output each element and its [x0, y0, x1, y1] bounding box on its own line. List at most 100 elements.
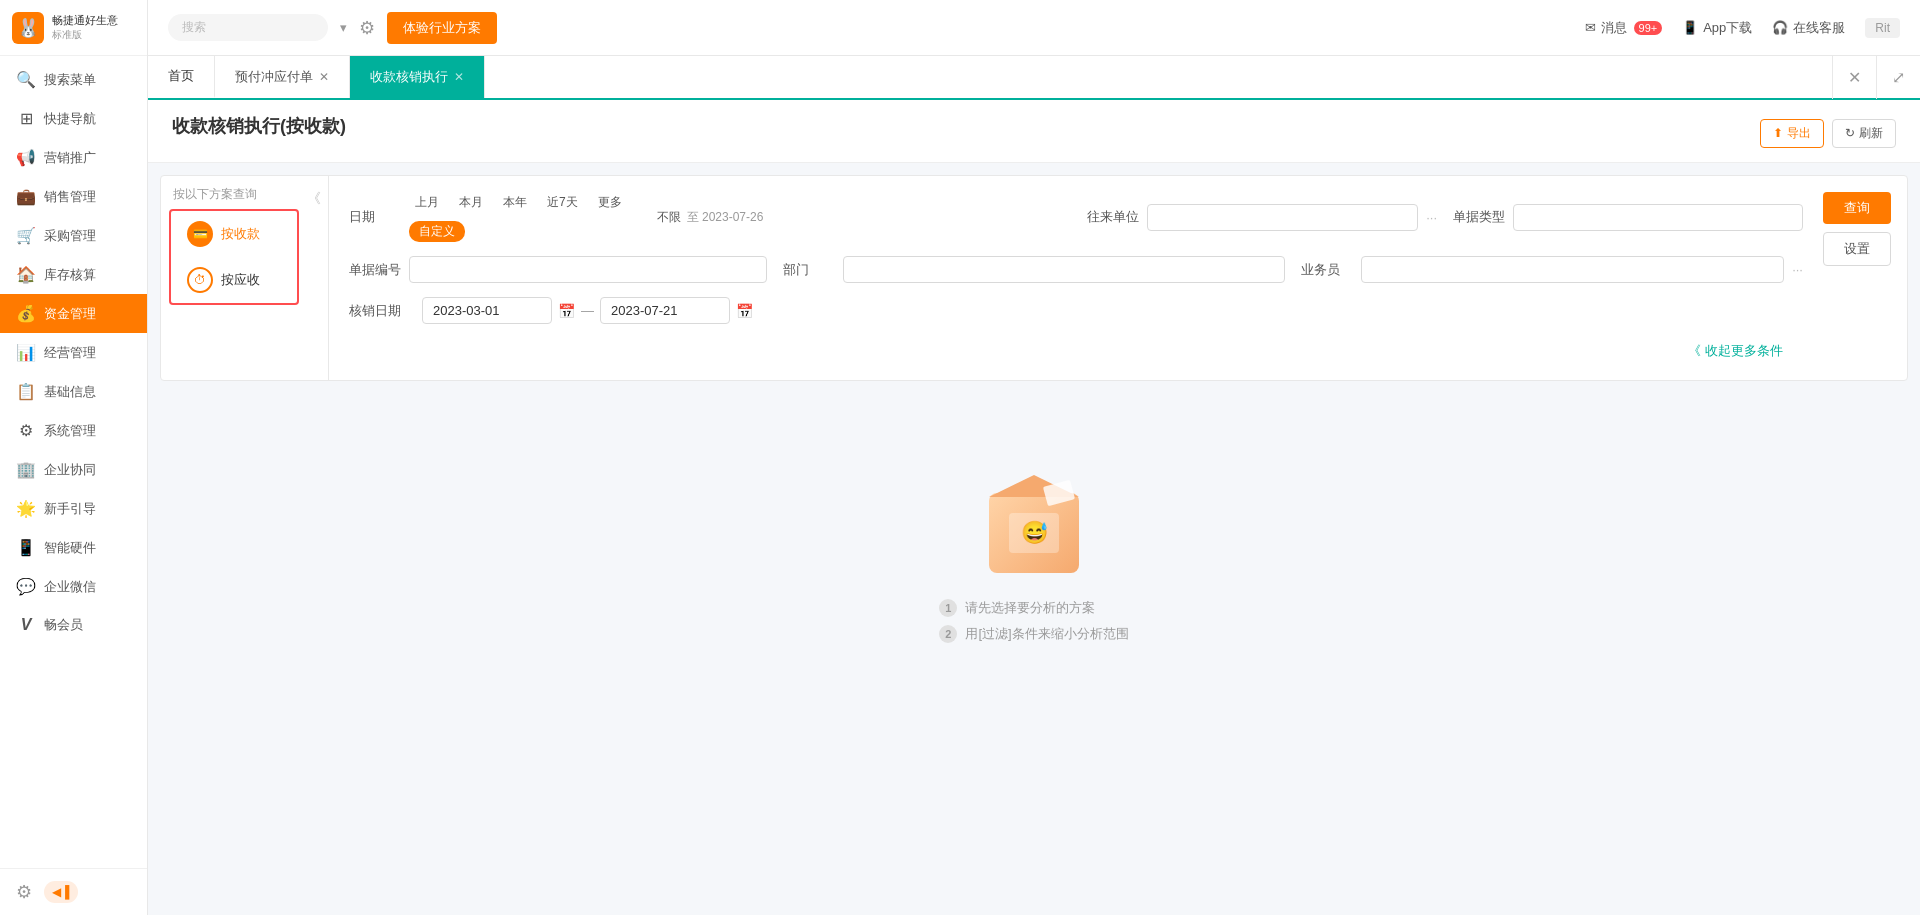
- salesperson-field: 业务员 ···: [1301, 256, 1803, 283]
- operations-icon: 📊: [16, 343, 36, 362]
- sales-icon: 💼: [16, 187, 36, 206]
- doc-no-input[interactable]: [409, 256, 767, 283]
- partner-picker-icon[interactable]: ···: [1426, 210, 1437, 225]
- more-conditions-button[interactable]: 《 收起更多条件: [1676, 338, 1795, 364]
- refresh-button[interactable]: ↻ 刷新: [1832, 119, 1896, 148]
- topbar-gear-icon[interactable]: ⚙: [359, 17, 375, 39]
- doc-type-label: 单据类型: [1453, 208, 1505, 226]
- industry-button[interactable]: 体验行业方案: [387, 12, 497, 44]
- filter-form: 日期 上月 本月 本年 近7天 更多 自定义 不限 至 2023-07-26: [329, 176, 1823, 380]
- sidebar-item-basic-info[interactable]: 📋 基础信息: [0, 372, 147, 411]
- writeoff-date-field: 核销日期 📅 — 📅: [349, 297, 1803, 324]
- sidebar-item-quick-nav[interactable]: ⊞ 快捷导航: [0, 99, 147, 138]
- date-7days[interactable]: 近7天: [541, 192, 584, 213]
- date-no-limit-group: 不限 至 2023-07-26: [657, 209, 764, 226]
- filter-by-receivable[interactable]: ⏱ 按应收: [171, 257, 297, 303]
- date-this-month[interactable]: 本月: [453, 192, 489, 213]
- message-button[interactable]: ✉ 消息 99+: [1585, 19, 1663, 37]
- sidebar-item-system[interactable]: ⚙ 系统管理: [0, 411, 147, 450]
- sidebar-item-enterprise[interactable]: 🏢 企业协同: [0, 450, 147, 489]
- sidebar-item-inventory[interactable]: 🏠 库存核算: [0, 255, 147, 294]
- logo-badge: 标准版: [52, 28, 118, 42]
- refresh-icon: ↻: [1845, 126, 1855, 140]
- sidebar-item-member[interactable]: V 畅会员: [0, 606, 147, 644]
- chevron-down-icon: ▾: [340, 20, 347, 35]
- sidebar-item-wechat[interactable]: 💬 企业微信: [0, 567, 147, 606]
- tab-home[interactable]: 首页: [148, 56, 215, 98]
- partner-input[interactable]: [1147, 204, 1418, 231]
- main-content: 搜索 ▾ ⚙ 体验行业方案 ✉ 消息 99+ 📱 App下载 🎧 在线客服 Ri…: [148, 0, 1920, 915]
- salesperson-input[interactable]: [1361, 256, 1784, 283]
- date-custom[interactable]: 自定义: [409, 221, 465, 242]
- department-select[interactable]: [843, 256, 1285, 283]
- topbar-search-hint: 搜索: [168, 14, 328, 41]
- settings-button[interactable]: 设置: [1823, 232, 1891, 266]
- settings-icon[interactable]: ⚙: [16, 881, 32, 903]
- app-logo: 🐰 畅捷通好生意 标准版: [0, 0, 147, 56]
- message-icon: ✉: [1585, 20, 1596, 35]
- tab-close-writeoff[interactable]: ✕: [454, 70, 464, 84]
- chevron-up-icon: 《: [1688, 342, 1701, 360]
- filter-by-receipt[interactable]: 💳 按收款: [171, 211, 297, 257]
- sidebar-item-operations[interactable]: 📊 经营管理: [0, 333, 147, 372]
- user-avatar[interactable]: Rit: [1865, 18, 1900, 38]
- tab-close-prepaid[interactable]: ✕: [319, 70, 329, 84]
- sidebar-item-sales[interactable]: 💼 销售管理: [0, 177, 147, 216]
- tabbar: 首页 预付冲应付单 ✕ 收款核销执行 ✕ ✕ ⤢: [148, 56, 1920, 100]
- doc-type-field: 单据类型: [1453, 204, 1803, 231]
- more-conditions: 《 收起更多条件: [349, 338, 1803, 364]
- collapse-sidebar-button[interactable]: ◀▐: [44, 881, 78, 903]
- sidebar-nav: 🔍 搜索菜单 ⊞ 快捷导航 📢 营销推广 💼 销售管理 🛒 采购管理 🏠 库存核…: [0, 56, 147, 868]
- department-label: 部门: [783, 261, 835, 279]
- content-area: 收款核销执行(按收款) ⬆ 导出 ↻ 刷新 按以下方案查询 💳: [148, 100, 1920, 915]
- tab-prepaid[interactable]: 预付冲应付单 ✕: [215, 56, 350, 98]
- writeoff-date-end[interactable]: [600, 297, 730, 324]
- sidebar-item-finance[interactable]: 💰 资金管理: [0, 294, 147, 333]
- collapse-filter-button[interactable]: 《: [307, 176, 329, 380]
- sidebar-item-hardware[interactable]: 📱 智能硬件: [0, 528, 147, 567]
- marketing-icon: 📢: [16, 148, 36, 167]
- tab-writeoff[interactable]: 收款核销执行 ✕: [350, 56, 485, 98]
- doc-no-field: 单据编号: [349, 256, 767, 283]
- filter-row-3: 核销日期 📅 — 📅: [349, 297, 1803, 324]
- empty-hints: 1 请先选择要分析的方案 2 用[过滤]条件来缩小分析范围: [939, 599, 1128, 643]
- search-icon: 🔍: [16, 70, 36, 89]
- sidebar-item-purchase[interactable]: 🛒 采购管理: [0, 216, 147, 255]
- guide-icon: 🌟: [16, 499, 36, 518]
- mobile-icon: 📱: [1682, 20, 1698, 35]
- query-button[interactable]: 查询: [1823, 192, 1891, 224]
- topbar-left: 搜索 ▾ ⚙ 体验行业方案: [168, 12, 497, 44]
- date-more[interactable]: 更多: [592, 192, 628, 213]
- online-service-button[interactable]: 🎧 在线客服: [1772, 19, 1845, 37]
- sidebar-item-search[interactable]: 🔍 搜索菜单: [0, 60, 147, 99]
- filter-row-2: 单据编号 部门 业务员 ···: [349, 256, 1803, 283]
- empty-state: 😅 1 请先选择要分析的方案 2 用[过滤]条件来缩小分析范围: [148, 393, 1920, 703]
- close-tab-button[interactable]: ✕: [1832, 55, 1876, 99]
- doc-type-select[interactable]: [1513, 204, 1803, 231]
- empty-hint-1: 1 请先选择要分析的方案: [939, 599, 1128, 617]
- filter-option-group: 💳 按收款 ⏱ 按应收: [169, 209, 299, 305]
- calendar-end-icon[interactable]: 📅: [736, 303, 753, 319]
- maximize-tab-button[interactable]: ⤢: [1876, 55, 1920, 99]
- topbar: 搜索 ▾ ⚙ 体验行业方案 ✉ 消息 99+ 📱 App下载 🎧 在线客服 Ri…: [148, 0, 1920, 56]
- export-button[interactable]: ⬆ 导出: [1760, 119, 1824, 148]
- date-last-month[interactable]: 上月: [409, 192, 445, 213]
- date-this-year[interactable]: 本年: [497, 192, 533, 213]
- enterprise-icon: 🏢: [16, 460, 36, 479]
- sidebar-item-marketing[interactable]: 📢 营销推广: [0, 138, 147, 177]
- export-icon: ⬆: [1773, 126, 1783, 140]
- app-download-button[interactable]: 📱 App下载: [1682, 19, 1752, 37]
- writeoff-date-start[interactable]: [422, 297, 552, 324]
- message-badge: 99+: [1634, 21, 1663, 35]
- writeoff-date-label: 核销日期: [349, 302, 414, 320]
- sidebar-item-guide[interactable]: 🌟 新手引导: [0, 489, 147, 528]
- filter-sidebar-wrapper: 按以下方案查询 💳 按收款 ⏱ 按应收: [161, 176, 307, 380]
- partner-field: 往来单位 ···: [1087, 204, 1437, 231]
- date-shortcuts: 上月 本月 本年 近7天 更多 自定义: [409, 192, 641, 242]
- department-field: 部门: [783, 256, 1285, 283]
- sidebar: 🐰 畅捷通好生意 标准版 🔍 搜索菜单 ⊞ 快捷导航 📢 营销推广 💼 销售管理…: [0, 0, 148, 915]
- date-field: 日期 上月 本月 本年 近7天 更多 自定义: [349, 192, 641, 242]
- salesperson-picker-icon[interactable]: ···: [1792, 262, 1803, 277]
- writeoff-date-group: 📅 — 📅: [422, 297, 753, 324]
- calendar-start-icon[interactable]: 📅: [558, 303, 575, 319]
